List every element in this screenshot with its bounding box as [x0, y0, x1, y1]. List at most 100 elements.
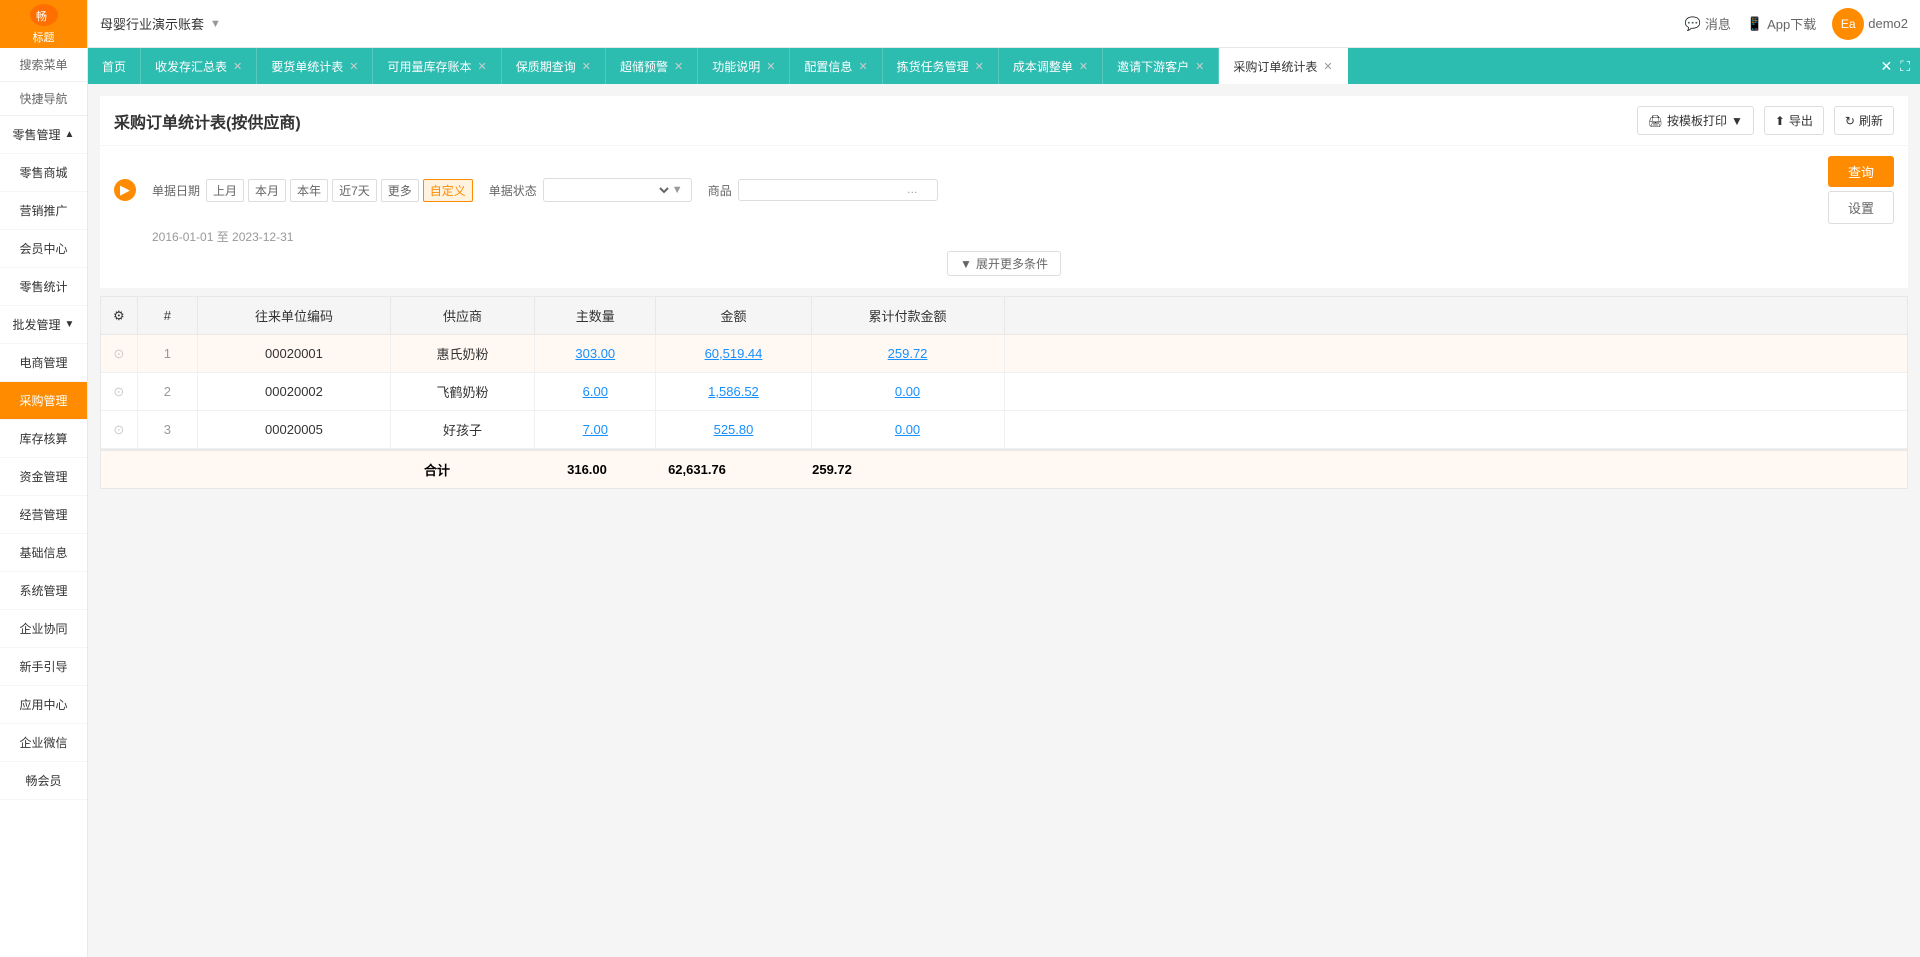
tab-close-icon[interactable]: ✕ — [1195, 60, 1204, 73]
row-qty[interactable]: 6.00 — [535, 373, 656, 411]
footer-label: 合计 — [337, 460, 537, 479]
sidebar-item-newbie[interactable]: 新手引导 — [0, 648, 87, 686]
tab-close-icon-active[interactable]: ✕ — [1323, 60, 1332, 73]
filter-area: ▶ 单据日期 上月 本月 本年 近7天 更多 自定义 单据状态 — [100, 146, 1908, 288]
tab-home[interactable]: 首页 — [88, 48, 141, 84]
sidebar-item-basic[interactable]: 基础信息 — [0, 534, 87, 572]
sidebar-item-operations[interactable]: 经营管理 — [0, 496, 87, 534]
shortcut-last-month[interactable]: 上月 — [206, 179, 244, 202]
tab-close-icon[interactable]: ✕ — [674, 60, 683, 73]
tab-cost-adjust[interactable]: 成本调整单 ✕ — [999, 48, 1103, 84]
tab-stock-summary[interactable]: 收发存汇总表 ✕ — [141, 48, 257, 84]
sidebar-item-retail[interactable]: 零售管理 ▲ — [0, 116, 87, 154]
sidebar-item-wholesale[interactable]: 批发管理 ▼ — [0, 306, 87, 344]
row-paid[interactable]: 0.00 — [811, 373, 1004, 411]
row-amount[interactable]: 1,586.52 — [656, 373, 811, 411]
query-btn-group: 查询 设置 — [1828, 156, 1894, 224]
sidebar-item-inventory[interactable]: 库存核算 — [0, 420, 87, 458]
user-menu[interactable]: Ea demo2 — [1832, 8, 1908, 40]
footer-amount: 62,631.76 — [637, 462, 757, 477]
tab-close-all-icon[interactable]: ✕ — [1880, 58, 1892, 75]
page-title: 采购订单统计表(按供应商) — [114, 109, 301, 133]
table-header-row: ⚙ # 往来单位编码 供应商 主数量 金额 累计付款金额 — [101, 297, 1907, 335]
tab-label: 收发存汇总表 — [155, 58, 227, 75]
sidebar-item-ecommerce[interactable]: 电商管理 — [0, 344, 87, 382]
tab-picking-task[interactable]: 拣货任务管理 ✕ — [883, 48, 999, 84]
tab-close-icon[interactable]: ✕ — [766, 60, 775, 73]
footer-qty: 316.00 — [537, 462, 637, 477]
tab-available-inventory[interactable]: 可用量库存账本 ✕ — [373, 48, 501, 84]
sidebar-item-vip[interactable]: 畅会员 — [0, 762, 87, 800]
sidebar-item-finance[interactable]: 资金管理 — [0, 458, 87, 496]
row-amount[interactable]: 525.80 — [656, 411, 811, 449]
sidebar-item-enterprise-wechat[interactable]: 企业微信 — [0, 724, 87, 762]
sidebar-item-enterprise[interactable]: 企业协同 — [0, 610, 87, 648]
col-supplier: 供应商 — [390, 297, 534, 335]
goods-search-input[interactable] — [747, 183, 907, 197]
status-select[interactable] — [552, 182, 672, 198]
row-settings-icon[interactable]: ⊙ — [101, 411, 137, 449]
sidebar-quick-nav[interactable]: 快捷导航 — [0, 82, 87, 116]
sidebar-search-menu[interactable]: 搜索菜单 — [0, 48, 87, 82]
shortcut-7days[interactable]: 近7天 — [332, 179, 377, 202]
tab-label: 采购订单统计表 — [1233, 58, 1317, 75]
tab-close-icon[interactable]: ✕ — [478, 60, 487, 73]
filter-toggle-button[interactable]: ▶ — [114, 179, 136, 201]
sidebar-item-purchase[interactable]: 采购管理 — [0, 382, 87, 420]
tab-close-icon[interactable]: ✕ — [1079, 60, 1088, 73]
tab-close-icon[interactable]: ✕ — [975, 60, 984, 73]
sidebar-item-system[interactable]: 系统管理 — [0, 572, 87, 610]
shortcut-this-year[interactable]: 本年 — [290, 179, 328, 202]
sidebar-item-app-center[interactable]: 应用中心 — [0, 686, 87, 724]
sidebar-item-retail-stats[interactable]: 零售统计 — [0, 268, 87, 306]
tab-close-icon[interactable]: ✕ — [582, 60, 591, 73]
row-qty[interactable]: 7.00 — [535, 411, 656, 449]
row-settings-icon[interactable]: ⊙ — [101, 335, 137, 373]
tab-order-stats[interactable]: 要货单统计表 ✕ — [257, 48, 373, 84]
dropdown-icon: ▼ — [1731, 114, 1743, 128]
row-settings-icon[interactable]: ⊙ — [101, 373, 137, 411]
tab-overstock-warning[interactable]: 超储预警 ✕ — [606, 48, 698, 84]
table-body: ⊙ 1 00020001 惠氏奶粉 303.00 60,519.44 259.7… — [101, 335, 1907, 449]
row-paid[interactable]: 259.72 — [811, 335, 1004, 373]
tab-label: 拣货任务管理 — [897, 58, 969, 75]
sidebar-item-retail-mall[interactable]: 零售商城 — [0, 154, 87, 192]
app-download-label: App下载 — [1767, 14, 1816, 33]
message-button[interactable]: 💬 消息 — [1685, 14, 1731, 33]
row-qty[interactable]: 303.00 — [535, 335, 656, 373]
shortcut-more[interactable]: 更多 — [381, 179, 419, 202]
col-settings[interactable]: ⚙ — [101, 297, 137, 335]
logo-text: 标题 — [33, 29, 55, 45]
page-header: 采购订单统计表(按供应商) 🖨 按模板打印 ▼ ⬆ 导出 ↻ 刷新 — [100, 96, 1908, 145]
export-button[interactable]: ⬆ 导出 — [1764, 106, 1824, 135]
tab-expand-icon[interactable]: ⛶ — [1900, 58, 1910, 75]
date-custom-badge[interactable]: 自定义 — [423, 179, 473, 202]
topbar: 母婴行业演示账套 ▼ 💬 消息 📱 App下载 Ea demo2 — [88, 0, 1920, 48]
goods-more-icon[interactable]: … — [907, 184, 918, 196]
tab-invite-customer[interactable]: 邀请下游客户 ✕ — [1103, 48, 1219, 84]
tab-close-icon[interactable]: ✕ — [349, 60, 358, 73]
tab-close-icon[interactable]: ✕ — [233, 60, 242, 73]
settings-button[interactable]: 设置 — [1828, 191, 1894, 224]
tab-expiry-query[interactable]: 保质期查询 ✕ — [502, 48, 606, 84]
data-table-container: ⚙ # 往来单位编码 供应商 主数量 金额 累计付款金额 ⊙ 1 0002000… — [100, 296, 1908, 489]
query-button[interactable]: 查询 — [1828, 156, 1894, 187]
tab-config-info[interactable]: 配置信息 ✕ — [790, 48, 882, 84]
tab-close-icon[interactable]: ✕ — [858, 60, 867, 73]
sidebar-item-marketing[interactable]: 营销推广 — [0, 192, 87, 230]
row-paid[interactable]: 0.00 — [811, 411, 1004, 449]
refresh-button[interactable]: ↻ 刷新 — [1834, 106, 1894, 135]
expand-more-button[interactable]: ▼ 展开更多条件 — [947, 251, 1061, 276]
sidebar-item-member[interactable]: 会员中心 — [0, 230, 87, 268]
tab-label: 可用量库存账本 — [387, 58, 471, 75]
row-amount[interactable]: 60,519.44 — [656, 335, 811, 373]
tab-function-desc[interactable]: 功能说明 ✕ — [698, 48, 790, 84]
tab-purchase-stats[interactable]: 采购订单统计表 ✕ — [1219, 48, 1347, 84]
header-actions: 🖨 按模板打印 ▼ ⬆ 导出 ↻ 刷新 — [1637, 106, 1894, 135]
workspace-selector[interactable]: 母婴行业演示账套 ▼ — [100, 14, 221, 33]
template-print-button[interactable]: 🖨 按模板打印 ▼ — [1637, 106, 1754, 135]
goods-input-wrapper[interactable]: … — [738, 179, 938, 201]
status-dropdown[interactable]: ▼ — [543, 178, 692, 202]
shortcut-this-month[interactable]: 本月 — [248, 179, 286, 202]
app-download-button[interactable]: 📱 App下载 — [1747, 14, 1816, 33]
